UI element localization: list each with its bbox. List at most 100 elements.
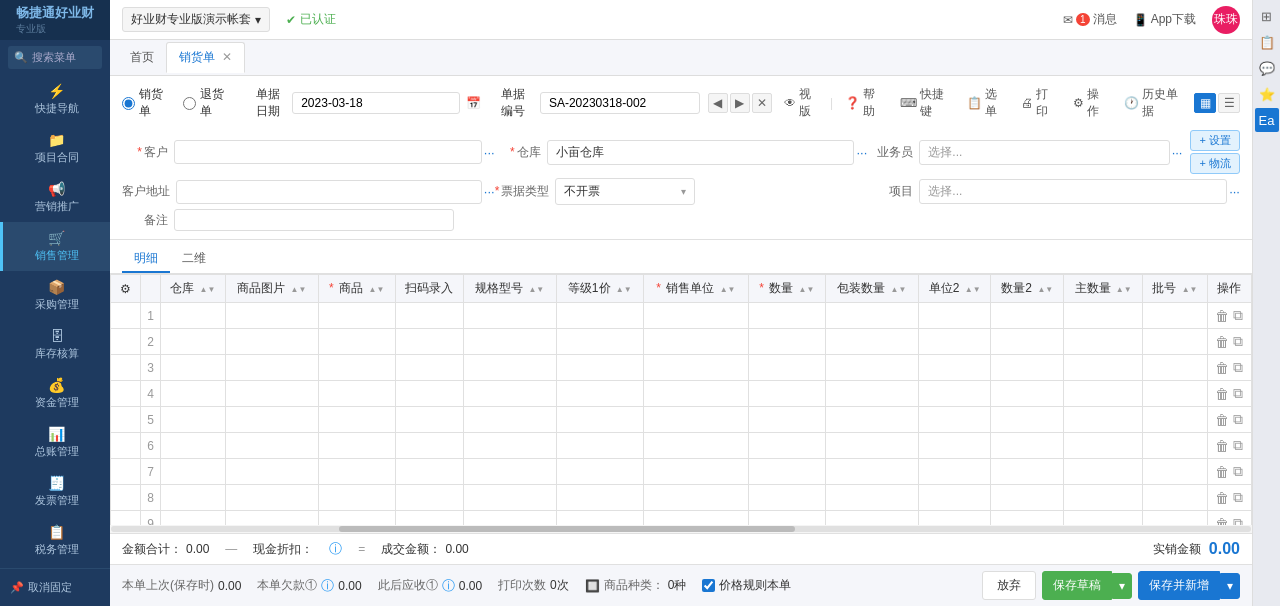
discard-button[interactable]: 放弃	[982, 571, 1036, 600]
row-pack-qty[interactable]	[825, 303, 918, 329]
col-spec[interactable]: 规格型号 ▲▼	[463, 275, 556, 303]
delete-row-button[interactable]: 🗑	[1215, 464, 1229, 480]
sidebar-item-capital[interactable]: 💰 资金管理	[0, 369, 110, 418]
copy-row-button[interactable]: ⧉	[1233, 385, 1243, 402]
copy-row-button[interactable]: ⧉	[1233, 515, 1243, 525]
radio-return-order[interactable]: 退货单	[183, 86, 232, 120]
sidebar-item-inventory[interactable]: 🗄 库存核算	[0, 320, 110, 369]
customer-input[interactable]	[174, 140, 482, 164]
rp-button-1[interactable]: ⊞	[1255, 4, 1279, 28]
col-pack-qty[interactable]: 包装数量 ▲▼	[825, 275, 918, 303]
help-button[interactable]: ❓ 帮助	[839, 84, 888, 122]
sidebar-item-sales[interactable]: 🛒 销售管理	[0, 222, 110, 271]
delete-row-button[interactable]: 🗑	[1215, 438, 1229, 454]
remark-input[interactable]	[174, 209, 454, 231]
sidebar-item-marketing[interactable]: 📢 营销推广	[0, 173, 110, 222]
tab-home[interactable]: 首页	[118, 43, 166, 72]
project-input[interactable]: 选择...	[919, 179, 1227, 204]
col-qty[interactable]: 数量 ▲▼	[748, 275, 825, 303]
company-selector[interactable]: 好业财专业版演示帐套 ▾	[122, 7, 270, 32]
copy-row-button[interactable]: ⧉	[1233, 463, 1243, 480]
col-product[interactable]: 商品 ▲▼	[318, 275, 395, 303]
row-product[interactable]	[318, 303, 395, 329]
unpin-button[interactable]: 📌 取消固定	[6, 575, 104, 600]
invoice-type-select[interactable]: 不开票 ▾	[555, 178, 695, 205]
col-settings[interactable]: ⚙	[111, 275, 141, 303]
row-barcode[interactable]	[395, 303, 463, 329]
layout-grid-button[interactable]: ▦	[1194, 93, 1216, 113]
col-warehouse[interactable]: 仓库 ▲▼	[161, 275, 226, 303]
address-more-icon[interactable]: ···	[484, 184, 495, 199]
row-settings[interactable]	[111, 303, 141, 329]
history-button[interactable]: 🕐 历史单据	[1118, 84, 1188, 122]
salesperson-more-icon[interactable]: ···	[1172, 145, 1183, 160]
doc-number-input[interactable]	[540, 92, 700, 114]
sidebar-item-invoice[interactable]: 🧾 发票管理	[0, 467, 110, 516]
save-draft-dropdown-arrow[interactable]: ▾	[1112, 573, 1132, 599]
date-input[interactable]	[292, 92, 460, 114]
project-more-icon[interactable]: ···	[1229, 184, 1240, 199]
radio-sales-order[interactable]: 销货单	[122, 86, 171, 120]
row-unit2[interactable]	[918, 303, 991, 329]
col-image[interactable]: 商品图片 ▲▼	[225, 275, 318, 303]
customer-more-icon[interactable]: ···	[484, 145, 495, 160]
tab-sales-order[interactable]: 销货单 ✕	[166, 42, 245, 73]
col-batch[interactable]: 批号 ▲▼	[1143, 275, 1208, 303]
delete-row-button[interactable]: 🗑	[1215, 412, 1229, 428]
delete-row-button[interactable]: 🗑	[1215, 516, 1229, 526]
setup-button[interactable]: + 设置	[1190, 130, 1240, 151]
info-help-icon[interactable]: ⓘ	[329, 540, 342, 558]
save-new-button[interactable]: 保存并新增	[1138, 571, 1220, 600]
app-download-button[interactable]: 📱 App下载	[1133, 11, 1196, 28]
col-unit[interactable]: 销售单位 ▲▼	[643, 275, 748, 303]
print-button[interactable]: 🖨 打印	[1015, 84, 1061, 122]
select-order-button[interactable]: 📋 选单	[961, 84, 1010, 122]
row-price[interactable]	[556, 303, 643, 329]
save-new-dropdown-arrow[interactable]: ▾	[1220, 573, 1240, 599]
calendar-icon[interactable]: 📅	[466, 96, 481, 110]
save-draft-button[interactable]: 保存草稿	[1042, 571, 1112, 600]
receivable-info-icon[interactable]: ⓘ	[442, 577, 455, 595]
next-record-button[interactable]: ▶	[730, 93, 750, 113]
debt-info-icon[interactable]: ⓘ	[321, 577, 334, 595]
col-barcode[interactable]: 扫码录入	[395, 275, 463, 303]
row-batch[interactable]	[1143, 303, 1208, 329]
warehouse-input[interactable]: 小亩仓库	[547, 140, 855, 165]
shortcuts-button[interactable]: ⌨ 快捷键	[894, 84, 955, 122]
copy-row-button[interactable]: ⧉	[1233, 307, 1243, 324]
close-record-button[interactable]: ✕	[752, 93, 772, 113]
tab-close-icon[interactable]: ✕	[222, 50, 232, 64]
tab-2d[interactable]: 二维	[170, 246, 218, 273]
row-main-qty[interactable]	[1064, 303, 1143, 329]
horizontal-scrollbar[interactable]	[110, 525, 1252, 533]
row-settings[interactable]	[111, 329, 141, 355]
col-qty2[interactable]: 数量2 ▲▼	[991, 275, 1064, 303]
rp-button-4[interactable]: ⭐	[1255, 82, 1279, 106]
sidebar-item-quick-nav[interactable]: ⚡ 快捷导航	[0, 75, 110, 124]
sidebar-item-tax[interactable]: 📋 税务管理	[0, 516, 110, 565]
delete-row-button[interactable]: 🗑	[1215, 490, 1229, 506]
price-rule-checkbox[interactable]	[702, 579, 715, 592]
messages-button[interactable]: ✉ 1 消息	[1063, 11, 1117, 28]
layout-list-button[interactable]: ☰	[1218, 93, 1240, 113]
salesperson-input[interactable]: 选择...	[919, 140, 1169, 165]
view-button[interactable]: 👁 视版	[778, 84, 824, 122]
row-qty2[interactable]	[991, 303, 1064, 329]
row-qty[interactable]	[748, 303, 825, 329]
col-unit2[interactable]: 单位2 ▲▼	[918, 275, 991, 303]
data-table-wrap[interactable]: ⚙ 仓库 ▲▼ 商品图片 ▲▼	[110, 274, 1252, 525]
col-main-qty[interactable]: 主数量 ▲▼	[1064, 275, 1143, 303]
tab-detail[interactable]: 明细	[122, 246, 170, 273]
rp-button-2[interactable]: 📋	[1255, 30, 1279, 54]
copy-row-button[interactable]: ⧉	[1233, 489, 1243, 506]
rp-button-5[interactable]: Ea	[1255, 108, 1279, 132]
row-spec[interactable]	[463, 303, 556, 329]
sidebar-item-project[interactable]: 📁 项目合同	[0, 124, 110, 173]
copy-row-button[interactable]: ⧉	[1233, 359, 1243, 376]
delete-row-button[interactable]: 🗑	[1215, 360, 1229, 376]
warehouse-more-icon[interactable]: ···	[856, 145, 867, 160]
search-menu-button[interactable]: 🔍 搜索菜单	[8, 46, 102, 69]
add-logistics-button[interactable]: + 物流	[1190, 153, 1240, 174]
copy-row-button[interactable]: ⧉	[1233, 333, 1243, 350]
operate-button[interactable]: ⚙ 操作	[1067, 84, 1112, 122]
